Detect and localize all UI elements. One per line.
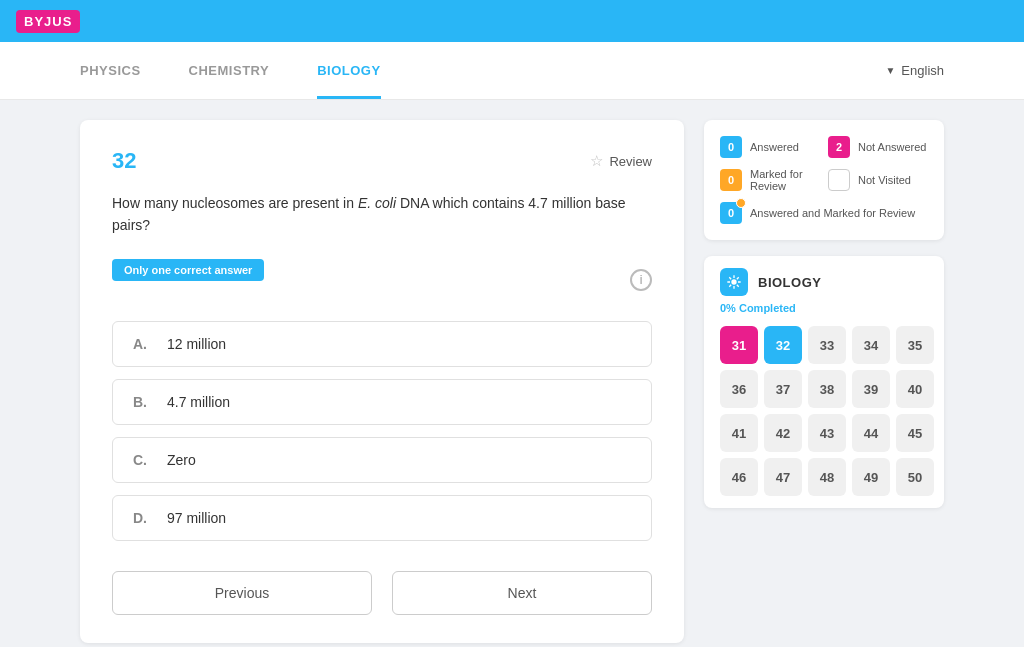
tab-physics[interactable]: PHYSICS <box>80 42 141 99</box>
not-visited-badge <box>828 169 850 191</box>
q-num-40[interactable]: 40 <box>896 370 934 408</box>
sidebar: 0 Answered 2 Not Answered 0 Marked for R… <box>704 120 944 643</box>
question-number: 32 <box>112 148 136 174</box>
answered-marked-dot <box>736 198 746 208</box>
question-header: 32 ☆ Review <box>112 148 652 174</box>
answered-marked-label: Answered and Marked for Review <box>750 207 915 219</box>
option-c[interactable]: C. Zero <box>112 437 652 483</box>
nav-tabs: PHYSICS CHEMISTRY BIOLOGY <box>80 42 381 99</box>
option-c-text: Zero <box>167 452 196 468</box>
option-a[interactable]: A. 12 million <box>112 321 652 367</box>
section-title: BIOLOGY <box>758 275 821 290</box>
answered-label: Answered <box>750 141 799 153</box>
main-layout: 32 ☆ Review How many nucleosomes are pre… <box>0 100 1024 647</box>
svg-point-0 <box>731 279 736 284</box>
q-num-43[interactable]: 43 <box>808 414 846 452</box>
q-num-48[interactable]: 48 <box>808 458 846 496</box>
section-box: BIOLOGY 0% Completed 3132333435363738394… <box>704 256 944 508</box>
q-num-49[interactable]: 49 <box>852 458 890 496</box>
dna-icon <box>726 274 742 290</box>
nav-buttons: Previous Next <box>112 571 652 615</box>
options-area: A. 12 million B. 4.7 million C. Zero D. … <box>112 321 652 541</box>
q-num-46[interactable]: 46 <box>720 458 758 496</box>
review-button[interactable]: ☆ Review <box>590 152 652 170</box>
option-d[interactable]: D. 97 million <box>112 495 652 541</box>
progress-text: 0% Completed <box>720 302 928 314</box>
answer-type-badge: Only one correct answer <box>112 259 264 281</box>
option-d-label: D. <box>133 510 151 526</box>
legend-box: 0 Answered 2 Not Answered 0 Marked for R… <box>704 120 944 240</box>
q-num-31[interactable]: 31 <box>720 326 758 364</box>
option-d-text: 97 million <box>167 510 226 526</box>
q-num-50[interactable]: 50 <box>896 458 934 496</box>
q-num-33[interactable]: 33 <box>808 326 846 364</box>
q-num-45[interactable]: 45 <box>896 414 934 452</box>
previous-button[interactable]: Previous <box>112 571 372 615</box>
not-visited-label: Not Visited <box>858 174 911 186</box>
q-num-37[interactable]: 37 <box>764 370 802 408</box>
legend-answered-marked: 0 Answered and Marked for Review <box>720 202 928 224</box>
legend-grid: 0 Answered 2 Not Answered 0 Marked for R… <box>720 136 928 224</box>
marked-label: Marked for Review <box>750 168 820 192</box>
question-text: How many nucleosomes are present in E. c… <box>112 192 652 237</box>
logo: BYJUS <box>16 10 80 33</box>
nav-tabs-bar: PHYSICS CHEMISTRY BIOLOGY ▼ English <box>0 42 1024 100</box>
option-b-text: 4.7 million <box>167 394 230 410</box>
not-answered-badge: 2 <box>828 136 850 158</box>
option-a-text: 12 million <box>167 336 226 352</box>
language-label: English <box>901 63 944 78</box>
question-text-italic: E. coli <box>358 195 396 211</box>
q-num-42[interactable]: 42 <box>764 414 802 452</box>
legend-not-answered: 2 Not Answered <box>828 136 928 158</box>
next-button[interactable]: Next <box>392 571 652 615</box>
q-num-32[interactable]: 32 <box>764 326 802 364</box>
legend-marked: 0 Marked for Review <box>720 168 820 192</box>
section-title-row: BIOLOGY <box>720 268 928 296</box>
q-num-44[interactable]: 44 <box>852 414 890 452</box>
q-num-39[interactable]: 39 <box>852 370 890 408</box>
question-grid: 3132333435363738394041424344454647484950 <box>720 326 928 496</box>
marked-badge: 0 <box>720 169 742 191</box>
q-num-34[interactable]: 34 <box>852 326 890 364</box>
info-icon[interactable]: i <box>630 269 652 291</box>
top-bar: BYJUS <box>0 0 1024 42</box>
option-b[interactable]: B. 4.7 million <box>112 379 652 425</box>
star-icon: ☆ <box>590 152 603 170</box>
answered-marked-badge-wrap: 0 <box>720 202 742 224</box>
q-num-41[interactable]: 41 <box>720 414 758 452</box>
question-area: 32 ☆ Review How many nucleosomes are pre… <box>80 120 684 643</box>
option-b-label: B. <box>133 394 151 410</box>
question-text-before: How many nucleosomes are present in <box>112 195 358 211</box>
chevron-down-icon: ▼ <box>885 65 895 76</box>
not-answered-label: Not Answered <box>858 141 926 153</box>
option-a-label: A. <box>133 336 151 352</box>
legend-answered: 0 Answered <box>720 136 820 158</box>
tab-biology[interactable]: BIOLOGY <box>317 42 380 99</box>
q-num-35[interactable]: 35 <box>896 326 934 364</box>
answered-badge: 0 <box>720 136 742 158</box>
language-selector[interactable]: ▼ English <box>885 63 944 78</box>
option-c-label: C. <box>133 452 151 468</box>
q-num-38[interactable]: 38 <box>808 370 846 408</box>
legend-not-visited: Not Visited <box>828 168 928 192</box>
review-label: Review <box>609 154 652 169</box>
q-num-36[interactable]: 36 <box>720 370 758 408</box>
tab-chemistry[interactable]: CHEMISTRY <box>189 42 270 99</box>
q-num-47[interactable]: 47 <box>764 458 802 496</box>
section-icon <box>720 268 748 296</box>
